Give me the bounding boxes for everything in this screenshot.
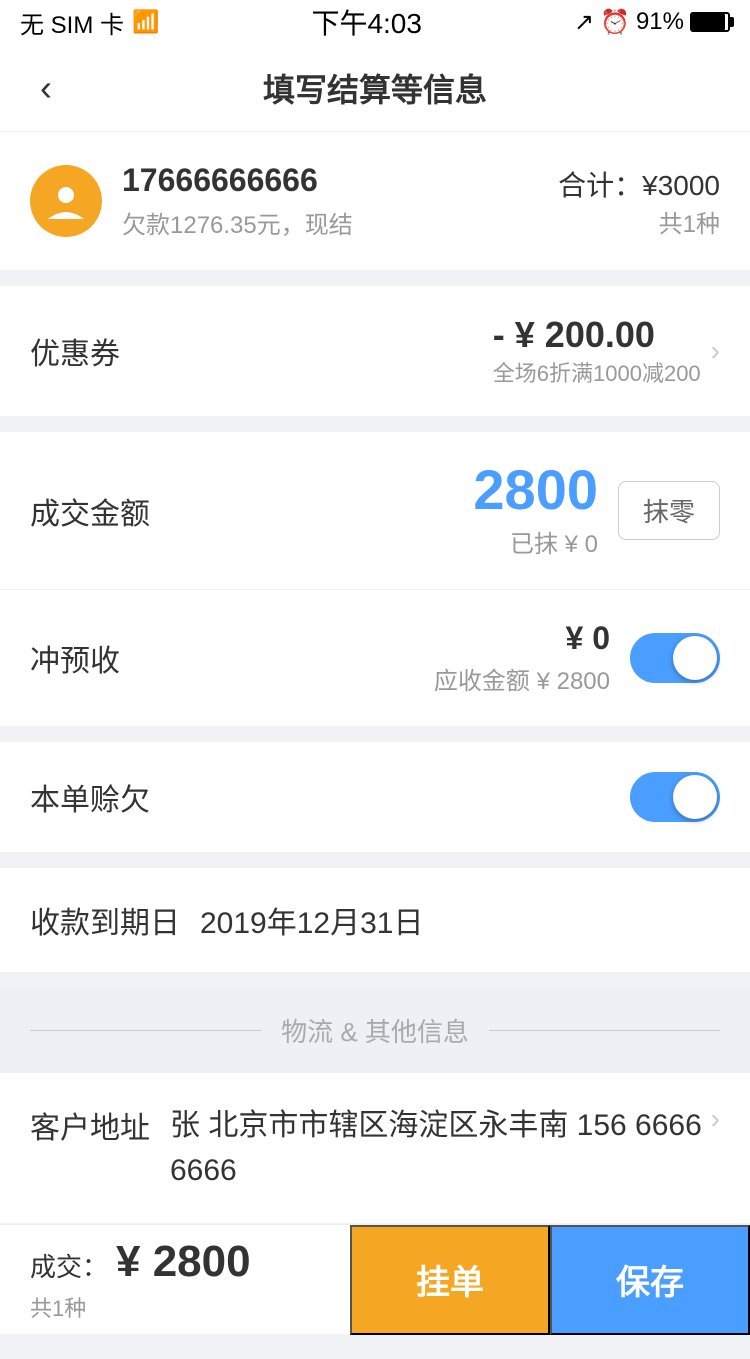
prepay-toggle[interactable] (630, 633, 720, 683)
page-title: 填写结算等信息 (263, 65, 487, 111)
main-content: 17666666666 欠款1276.35元，现结 合计：¥3000 共1种 优… (0, 132, 750, 1359)
coupon-desc: 全场6折满1000减200 (493, 356, 701, 388)
prepay-row: 冲预收 ¥ 0 应收金额 ¥ 2800 (0, 590, 750, 726)
bottom-summary: 成交： ¥ 2800 共1种 (0, 1237, 350, 1323)
prepay-sub-text: 应收金额 ¥ 2800 (434, 661, 610, 696)
round-down-button[interactable]: 抹零 (618, 481, 720, 540)
status-time: 下午4:03 (311, 2, 422, 42)
bottom-count: 共1种 (30, 1291, 320, 1323)
divider-line-right (489, 1030, 720, 1031)
duedate-label: 收款到期日 (30, 898, 180, 942)
customer-info: 17666666666 欠款1276.35元，现结 (122, 162, 353, 240)
prepay-amount-value: ¥ 0 (434, 620, 610, 657)
debt-toggle[interactable] (630, 772, 720, 822)
coupon-label: 优惠券 (30, 329, 120, 373)
customer-right: 合计：¥3000 共1种 (558, 164, 720, 239)
bottom-deal: 成交： ¥ 2800 (30, 1237, 320, 1287)
prepay-label: 冲预收 (30, 636, 120, 680)
deal-section: 成交金额 2800 已抹 ¥ 0 抹零 冲预收 ¥ 0 应收金额 ¥ 2800 (0, 432, 750, 726)
total-label-text: 合计： (558, 170, 642, 201)
wifi-icon: 📶 (132, 9, 159, 35)
deal-amount-row: 成交金额 2800 已抹 ¥ 0 抹零 (0, 432, 750, 590)
battery-icon (690, 12, 730, 32)
customer-phone: 17666666666 (122, 162, 353, 199)
alarm-icon: ⏰ (600, 8, 630, 37)
duedate-value: 2019年12月31日 (200, 898, 423, 942)
customer-card: 17666666666 欠款1276.35元，现结 合计：¥3000 共1种 (0, 132, 750, 270)
deal-amount-info: 2800 已抹 ¥ 0 (473, 462, 598, 559)
divider-line-left (30, 1030, 261, 1031)
hold-button[interactable]: 挂单 (350, 1225, 550, 1335)
customer-left: 17666666666 欠款1276.35元，现结 (30, 162, 353, 240)
avatar (30, 165, 102, 237)
customer-debt: 欠款1276.35元，现结 (122, 205, 353, 240)
back-button[interactable]: ‹ (30, 57, 62, 119)
address-section[interactable]: 客户地址 张 北京市市辖区海淀区永丰南 156 6666 6666 › (0, 1073, 750, 1223)
duedate-section: 收款到期日 2019年12月31日 (0, 868, 750, 972)
coupon-row[interactable]: 优惠券 - ¥ 200.00 全场6折满1000减200 › (0, 286, 750, 416)
address-value: 张 北京市市辖区海淀区永丰南 156 6666 6666 (170, 1103, 711, 1193)
deal-amount-label: 成交金额 (30, 489, 150, 533)
total-label: 合计：¥3000 (558, 164, 720, 204)
total-amount: ¥3000 (642, 170, 720, 201)
toggle-knob (673, 636, 717, 680)
debt-toggle-knob (673, 775, 717, 819)
total-count: 共1种 (558, 204, 720, 239)
deal-amount-right: 2800 已抹 ¥ 0 抹零 (473, 462, 720, 559)
bottom-deal-label: 成交： (30, 1247, 108, 1284)
chevron-right-icon: › (711, 335, 720, 367)
divider-text: 物流 & 其他信息 (261, 1012, 489, 1049)
address-chevron-icon: › (711, 1103, 720, 1135)
status-right: ↗ ⏰ 91% (574, 8, 730, 37)
status-bar: 无 SIM 卡 📶 下午4:03 ↗ ⏰ 91% (0, 0, 750, 44)
status-left: 无 SIM 卡 📶 (20, 5, 159, 40)
save-button[interactable]: 保存 (550, 1225, 750, 1335)
debt-section: 本单赊欠 (0, 742, 750, 852)
coupon-right: - ¥ 200.00 全场6折满1000减200 › (493, 314, 720, 388)
prepay-info: ¥ 0 应收金额 ¥ 2800 (434, 620, 610, 696)
deal-amount-sub: 已抹 ¥ 0 (473, 524, 598, 559)
coupon-info: - ¥ 200.00 全场6折满1000减200 (493, 314, 701, 388)
battery-label: 91% (636, 8, 684, 36)
deal-amount-value: 2800 (473, 462, 598, 518)
page-header: ‹ 填写结算等信息 (0, 44, 750, 132)
bottom-deal-amount: ¥ 2800 (116, 1237, 251, 1287)
prepay-right: ¥ 0 应收金额 ¥ 2800 (434, 620, 720, 696)
battery-fill (692, 14, 725, 30)
address-label: 客户地址 (30, 1103, 150, 1147)
debt-row: 本单赊欠 (0, 742, 750, 852)
bottom-bar: 成交： ¥ 2800 共1种 挂单 保存 (0, 1224, 750, 1334)
coupon-amount: - ¥ 200.00 (493, 314, 701, 356)
divider-section: 物流 & 其他信息 (0, 988, 750, 1073)
location-icon: ↗ (574, 8, 594, 37)
debt-label: 本单赊欠 (30, 775, 150, 819)
carrier-label: 无 SIM 卡 (20, 5, 124, 40)
